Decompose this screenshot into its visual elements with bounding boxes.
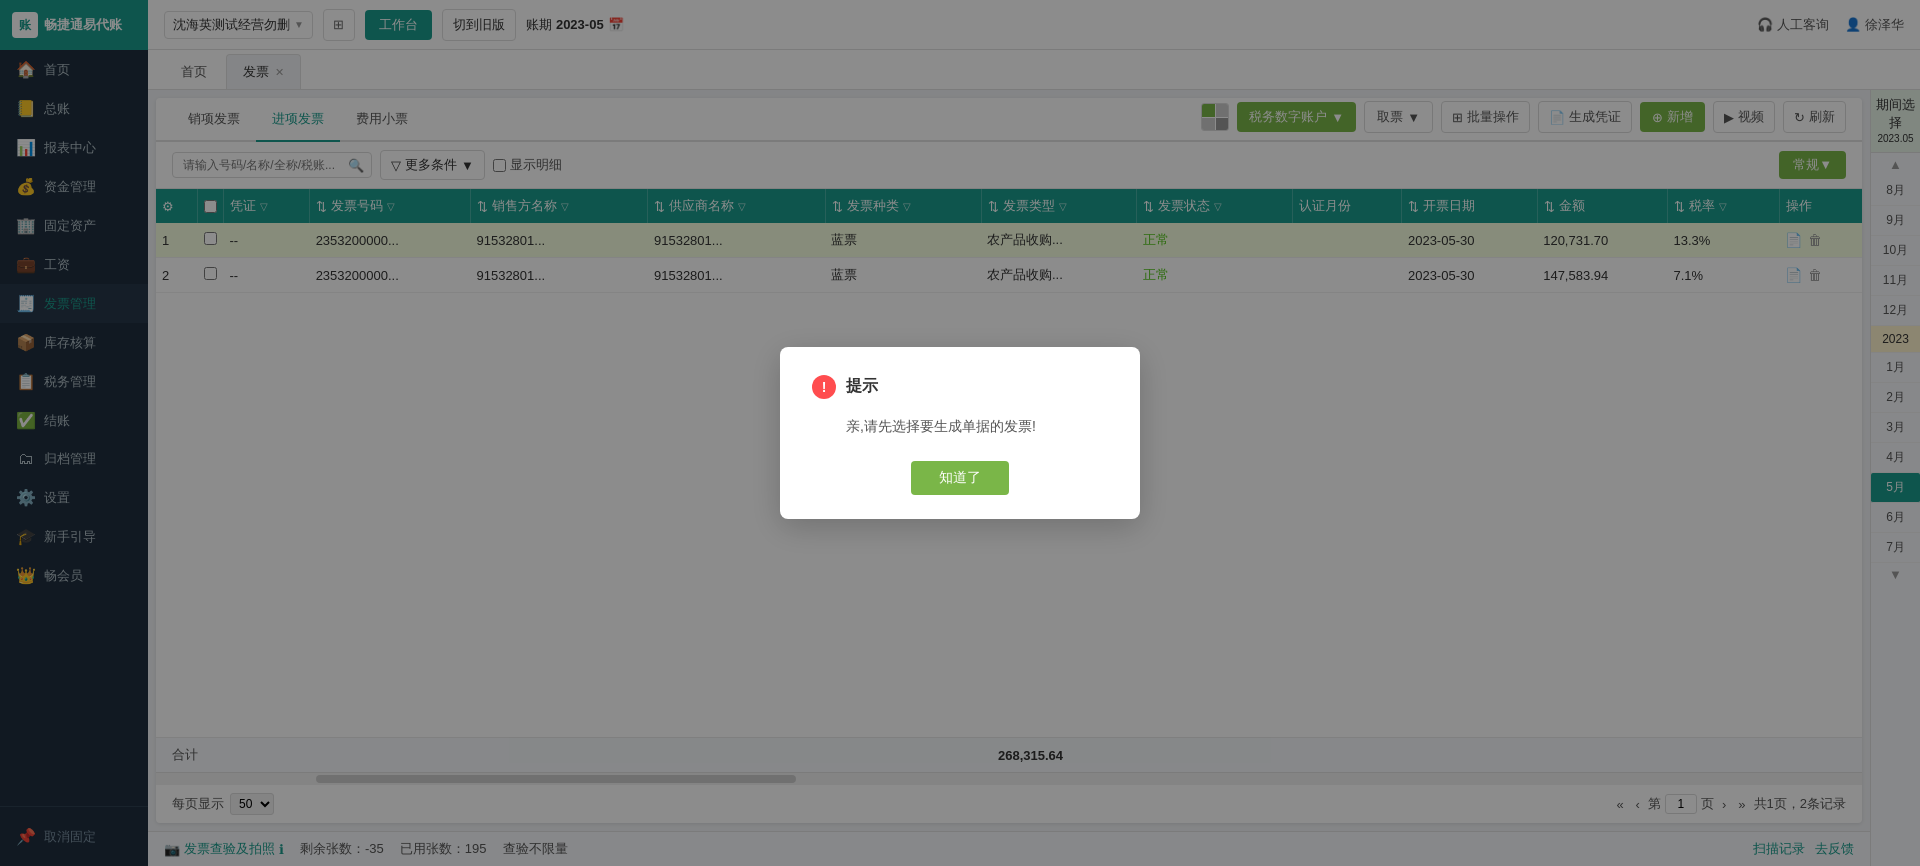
warning-icon: ! [812,375,836,399]
modal-overlay: ! 提示 亲,请先选择要生成单据的发票! 知道了 [0,0,1920,866]
modal-ok-button[interactable]: 知道了 [911,461,1009,495]
modal-title: 提示 [846,376,878,397]
modal-title-row: ! 提示 [812,375,1108,399]
modal-message: 亲,请先选择要生成单据的发票! [812,415,1108,437]
alert-modal: ! 提示 亲,请先选择要生成单据的发票! 知道了 [780,347,1140,519]
modal-footer: 知道了 [812,461,1108,495]
